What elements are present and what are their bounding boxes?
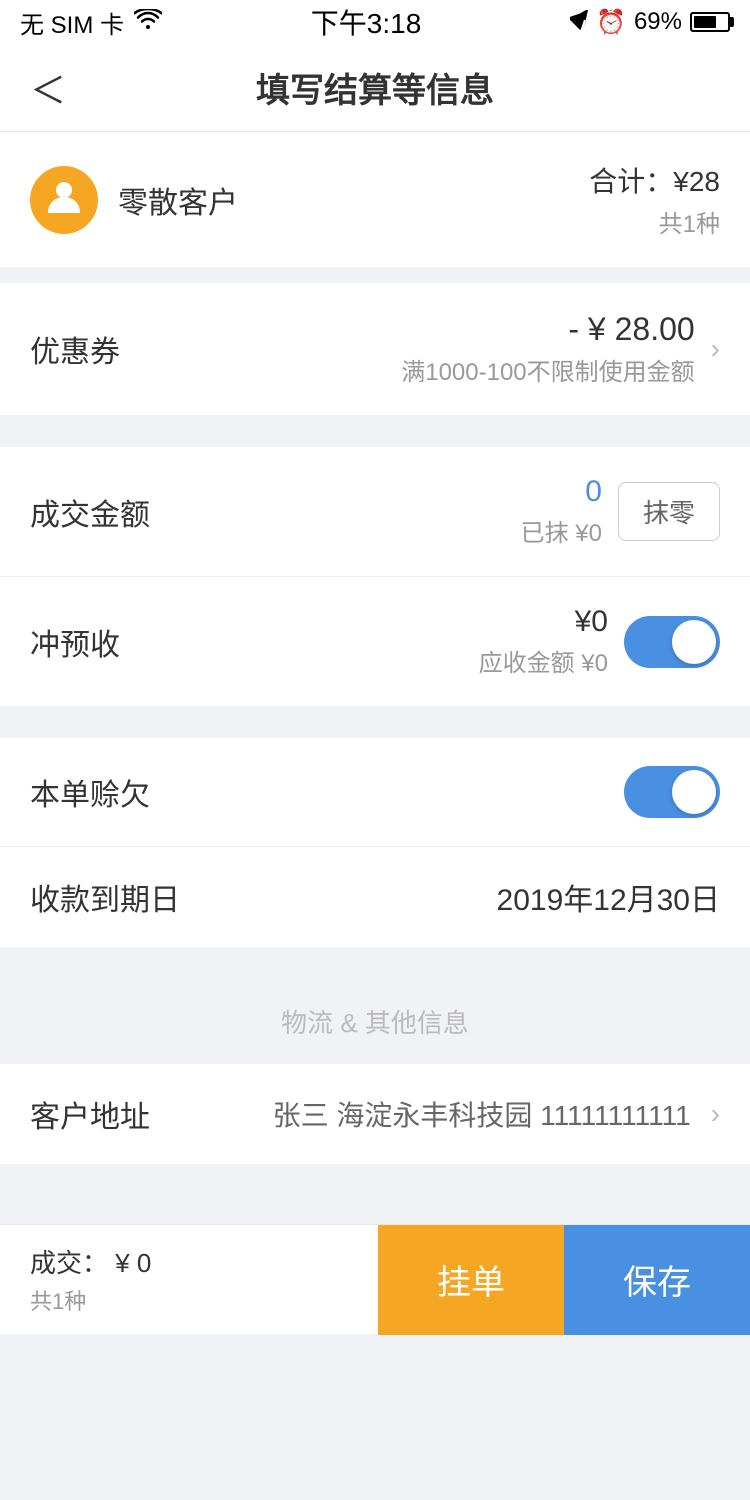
deal-row: 成交金额 0 已抹 ¥0 抹零 — [0, 447, 750, 577]
deal-label: 成交金额 — [30, 490, 150, 534]
toggle-knob — [672, 620, 716, 664]
customer-avatar — [30, 166, 98, 234]
location-icon — [570, 8, 588, 37]
hangup-button[interactable]: 挂单 — [378, 1225, 564, 1335]
status-right: ⏰ 69% — [570, 8, 730, 37]
divider-2 — [0, 722, 750, 738]
logistics-header: 物流 & 其他信息 — [0, 979, 750, 1064]
credit-toggle-knob — [672, 770, 716, 814]
status-bar: 无 SIM 卡 下午3:18 ⏰ 69% — [0, 0, 750, 44]
page-title: 填写结算等信息 — [256, 63, 494, 112]
due-date-row: 收款到期日 2019年12月30日 — [0, 847, 750, 947]
credit-label: 本单赊欠 — [30, 770, 150, 814]
prepay-value-block: ¥0 应收金额 ¥0 — [479, 605, 608, 678]
customer-left: 零散客户 — [30, 166, 238, 234]
coupon-value-block: - ¥ 28.00 满1000-100不限制使用金额 — [401, 311, 694, 387]
status-left: 无 SIM 卡 — [20, 5, 162, 40]
deal-value: 0 — [521, 475, 602, 509]
credit-row: 本单赊欠 — [0, 738, 750, 847]
battery-percent: 69% — [634, 8, 682, 36]
credit-right — [624, 766, 720, 818]
coupon-label: 优惠券 — [30, 327, 120, 371]
logistics-label: 物流 & 其他信息 — [281, 1008, 469, 1038]
coupon-right: - ¥ 28.00 满1000-100不限制使用金额 › — [401, 311, 720, 387]
coupon-subtext: 满1000-100不限制使用金额 — [401, 352, 694, 387]
address-key: 客户地址 — [30, 1092, 150, 1136]
address-value: 张三 海淀永丰科技园 11111111111 — [170, 1094, 691, 1134]
coupon-chevron: › — [711, 333, 720, 365]
battery-icon — [690, 12, 730, 32]
bottom-deal-text: 成交： ¥ 0 — [30, 1243, 348, 1280]
prepay-value: ¥0 — [479, 605, 608, 639]
no-sim-label: 无 SIM 卡 — [20, 5, 124, 40]
bottom-summary: 成交： ¥ 0 共1种 — [0, 1243, 378, 1316]
coupon-value: - ¥ 28.00 — [401, 311, 694, 348]
nav-bar: ＜ 填写结算等信息 — [0, 44, 750, 132]
customer-section: 零散客户 合计：¥28 共1种 — [0, 132, 750, 267]
back-button[interactable]: ＜ — [30, 62, 66, 114]
credit-section: 本单赊欠 收款到期日 2019年12月30日 — [0, 738, 750, 947]
bottom-bar: 成交： ¥ 0 共1种 挂单 保存 — [0, 1224, 750, 1334]
deal-prepay-section: 成交金额 0 已抹 ¥0 抹零 冲预收 ¥0 应收金额 ¥0 — [0, 447, 750, 706]
prepay-row: 冲预收 ¥0 应收金额 ¥0 — [0, 577, 750, 706]
deal-value-block: 0 已抹 ¥0 — [521, 475, 602, 548]
wifi-icon — [134, 8, 162, 36]
due-date-label: 收款到期日 — [30, 875, 180, 919]
due-date-value: 2019年12月30日 — [497, 875, 720, 919]
status-time: 下午3:18 — [311, 2, 422, 42]
save-button[interactable]: 保存 — [564, 1225, 750, 1335]
deal-right: 0 已抹 ¥0 抹零 — [521, 475, 720, 548]
total-amount: 合计：¥28 — [589, 160, 720, 200]
credit-toggle[interactable] — [624, 766, 720, 818]
divider-3 — [0, 963, 750, 979]
customer-name: 零散客户 — [118, 178, 238, 222]
prepay-subtext: 应收金额 ¥0 — [479, 643, 608, 678]
customer-total: 合计：¥28 共1种 — [589, 160, 720, 239]
divider-1 — [0, 431, 750, 447]
deal-amount: ¥ 0 — [115, 1248, 151, 1278]
prepay-label: 冲预收 — [30, 620, 120, 664]
prepay-right: ¥0 应收金额 ¥0 — [479, 605, 720, 678]
prepay-toggle[interactable] — [624, 616, 720, 668]
address-chevron: › — [711, 1098, 720, 1130]
bottom-count: 共1种 — [30, 1284, 348, 1316]
address-row[interactable]: 客户地址 张三 海淀永丰科技园 11111111111 › — [0, 1064, 750, 1164]
coupon-row[interactable]: 优惠券 - ¥ 28.00 满1000-100不限制使用金额 › — [0, 283, 750, 415]
avatar-icon — [46, 177, 82, 222]
deal-prefix: 成交： — [30, 1248, 108, 1278]
moling-button[interactable]: 抹零 — [618, 482, 720, 541]
alarm-icon: ⏰ — [596, 8, 626, 37]
address-section: 客户地址 张三 海淀永丰科技园 11111111111 › — [0, 1064, 750, 1164]
total-count: 共1种 — [589, 204, 720, 239]
deal-subtext: 已抹 ¥0 — [521, 513, 602, 548]
coupon-section: 优惠券 - ¥ 28.00 满1000-100不限制使用金额 › — [0, 283, 750, 415]
